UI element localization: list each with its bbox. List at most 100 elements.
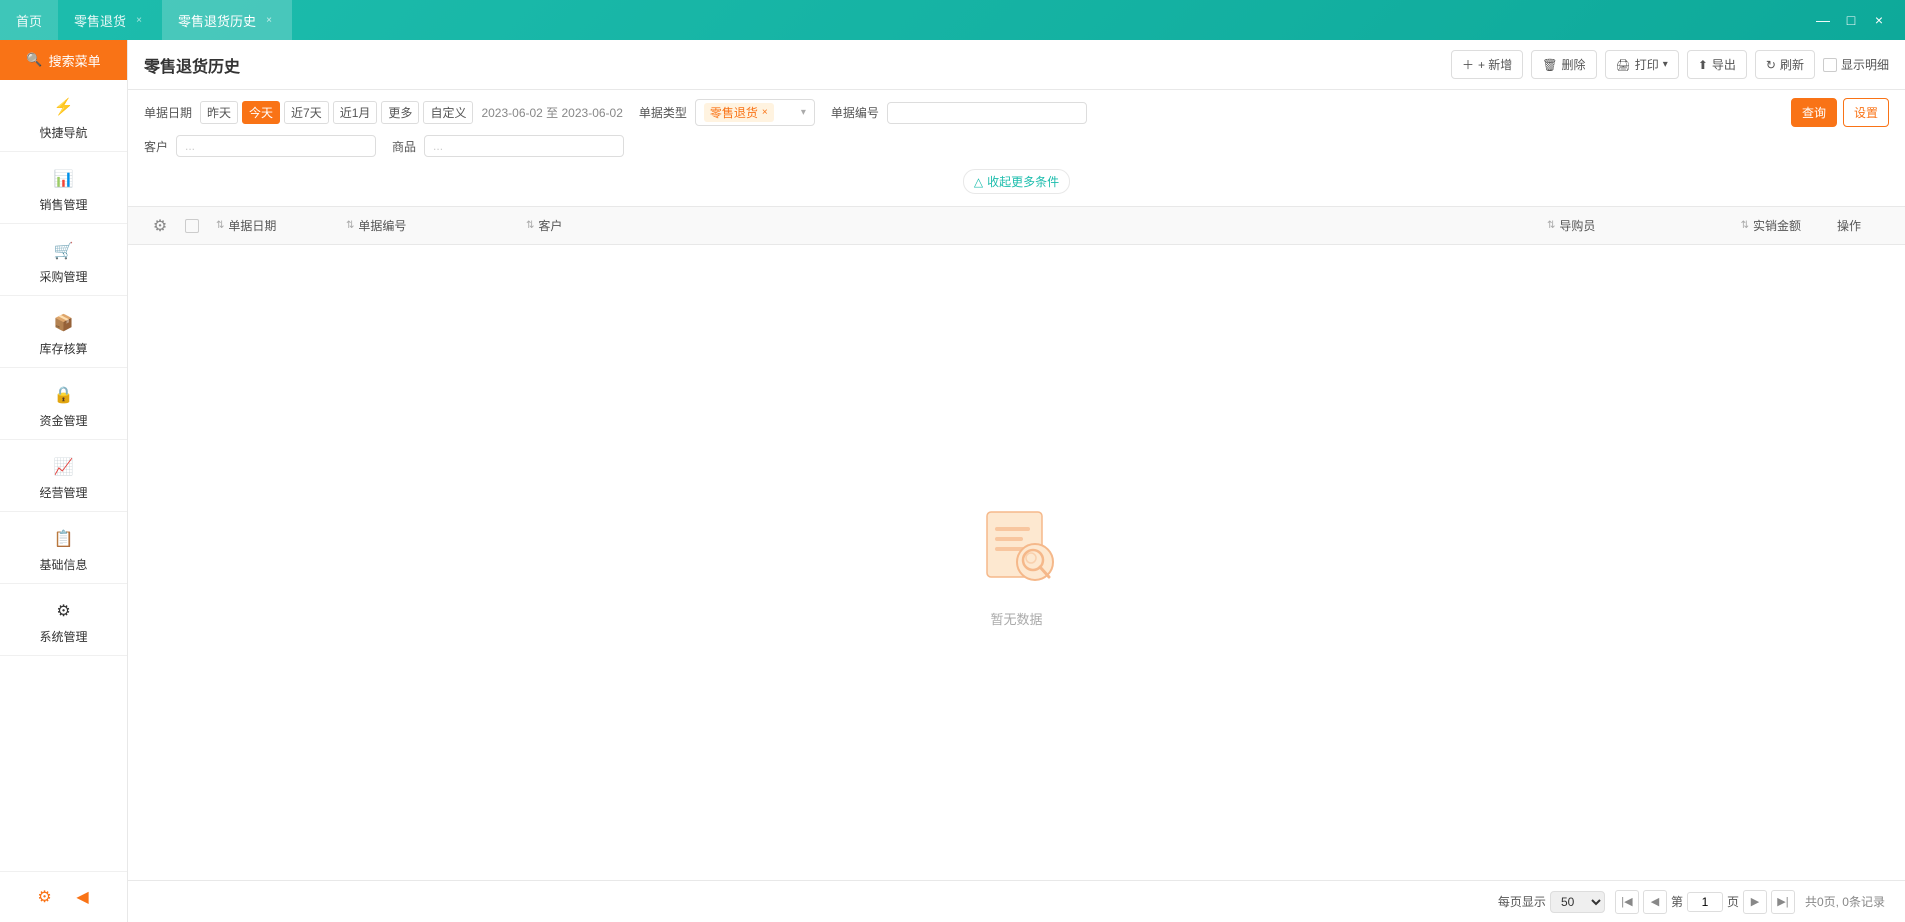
th-number[interactable]: ⇅ 单据编号: [338, 217, 518, 234]
date-btn-7days[interactable]: 近7天: [284, 101, 329, 124]
quick-nav-icon: ⚡: [51, 94, 77, 120]
sidebar-item-operation-mgmt-label: 经营管理: [39, 484, 87, 501]
type-filter-label: 单据类型: [639, 104, 687, 121]
sidebar-item-system-mgmt-label: 系统管理: [39, 628, 87, 645]
window-maximize-btn[interactable]: □: [1837, 6, 1865, 34]
content-area: 零售退货历史 ＋ + 新增 🗑 删除 🖨 打印 ▾: [128, 40, 1905, 922]
date-btn-1month[interactable]: 近1月: [333, 101, 378, 124]
page-next-btn[interactable]: ▶: [1743, 890, 1767, 914]
sidebar-settings-btn[interactable]: ⚙: [30, 882, 60, 912]
th-amount-sort-icon: ⇅: [1741, 220, 1749, 231]
top-bar: 首页 零售退货 × 零售退货历史 × — □ ×: [0, 0, 1905, 40]
sidebar-item-inventory-mgmt-label: 库存核算: [39, 340, 87, 357]
customer-filter-label: 客户: [144, 138, 168, 155]
sidebar-collapse-btn[interactable]: ◀: [68, 882, 98, 912]
th-action-label: 操作: [1837, 217, 1861, 234]
tab-retail-return-close[interactable]: ×: [132, 13, 146, 27]
window-minimize-btn[interactable]: —: [1809, 6, 1837, 34]
tab-retail-return-label: 零售退货: [74, 11, 126, 30]
sidebar-item-finance-mgmt-label: 资金管理: [39, 412, 87, 429]
page-size-select: 每页显示 50 20 100 200: [1498, 891, 1605, 913]
table-select-all[interactable]: [176, 219, 208, 233]
th-guide[interactable]: ⇅ 导购员: [1539, 217, 1689, 234]
date-filter-label: 单据日期: [144, 104, 192, 121]
delete-button[interactable]: 🗑 删除: [1531, 50, 1596, 79]
system-mgmt-icon: ⚙: [51, 598, 77, 624]
sidebar-item-system-mgmt[interactable]: ⚙ 系统管理: [0, 584, 127, 656]
sidebar: 🔍 搜索菜单 ⚡ 快捷导航 📊 销售管理 🛒 采购管理 📦 库存核算 🔒 资金管…: [0, 40, 128, 922]
number-filter-input[interactable]: [887, 102, 1087, 124]
date-btn-more[interactable]: 更多: [381, 101, 419, 124]
th-customer[interactable]: ⇅ 客户: [518, 217, 1539, 234]
page-suffix: 页: [1727, 893, 1739, 910]
filter-date: 单据日期 昨天 今天 近7天 近1月 更多 自定义 2023-06-02 至 2…: [144, 101, 623, 124]
th-date[interactable]: ⇅ 单据日期: [208, 217, 338, 234]
tab-home-label: 首页: [16, 11, 42, 30]
th-customer-label: 客户: [538, 217, 562, 234]
sidebar-item-sales-mgmt[interactable]: 📊 销售管理: [0, 152, 127, 224]
page-total: 共0页, 0条记录: [1805, 893, 1885, 910]
th-amount[interactable]: ⇅ 实销金额: [1689, 217, 1809, 234]
refresh-button[interactable]: ↻ 刷新: [1755, 50, 1815, 79]
page-first-btn[interactable]: |◀: [1615, 890, 1639, 914]
date-btn-yesterday[interactable]: 昨天: [200, 101, 238, 124]
filter-area: 单据日期 昨天 今天 近7天 近1月 更多 自定义 2023-06-02 至 2…: [128, 90, 1905, 207]
th-guide-label: 导购员: [1559, 217, 1595, 234]
sidebar-item-finance-mgmt[interactable]: 🔒 资金管理: [0, 368, 127, 440]
sidebar-item-basic-info[interactable]: 📋 基础信息: [0, 512, 127, 584]
tab-retail-return[interactable]: 零售退货 ×: [58, 0, 162, 40]
action-buttons: 查询 设置: [1791, 98, 1889, 127]
th-action: 操作: [1809, 217, 1889, 234]
sales-mgmt-icon: 📊: [51, 166, 77, 192]
type-select-arrow: ▾: [801, 107, 806, 118]
filter-goods: 商品 ...: [392, 135, 624, 157]
page-prev-btn[interactable]: ◀: [1643, 890, 1667, 914]
sidebar-search-label: 搜索菜单: [49, 51, 101, 70]
query-button[interactable]: 查询: [1791, 98, 1837, 127]
show-detail-checkbox[interactable]: [1823, 58, 1837, 72]
date-range-btns: 昨天 今天 近7天 近1月 更多 自定义: [200, 101, 473, 124]
print-button[interactable]: 🖨 打印 ▾: [1605, 50, 1679, 79]
sidebar-item-inventory-mgmt[interactable]: 📦 库存核算: [0, 296, 127, 368]
goods-filter-select[interactable]: ...: [424, 135, 624, 157]
customer-filter-select[interactable]: ...: [176, 135, 376, 157]
page-size-dropdown[interactable]: 50 20 100 200: [1550, 891, 1605, 913]
collapse-filter-btn[interactable]: △ 收起更多条件: [963, 169, 1070, 194]
type-tag-close[interactable]: ×: [762, 107, 768, 118]
new-button[interactable]: ＋ + 新增: [1451, 50, 1523, 79]
table-settings-icon[interactable]: ⚙: [144, 216, 176, 236]
filter-number: 单据编号: [831, 102, 1087, 124]
type-filter-select[interactable]: 零售退货 × ▾: [695, 99, 815, 126]
page-number-input[interactable]: [1687, 892, 1723, 912]
goods-placeholder: ...: [433, 139, 443, 153]
page-title: 零售退货历史: [144, 53, 240, 77]
settings-button[interactable]: 设置: [1843, 98, 1889, 127]
tab-retail-return-history-close[interactable]: ×: [262, 13, 276, 27]
sidebar-search[interactable]: 🔍 搜索菜单: [0, 40, 127, 80]
page-title-row: 零售退货历史 ＋ + 新增 🗑 删除 🖨 打印 ▾: [144, 50, 1889, 79]
table-header: ⚙ ⇅ 单据日期 ⇅ 单据编号 ⇅ 客户 ⇅ 导购员: [128, 207, 1905, 245]
tab-retail-return-history-label: 零售退货历史: [178, 11, 256, 30]
export-icon: ⬆: [1698, 58, 1708, 72]
page-last-btn[interactable]: ▶|: [1771, 890, 1795, 914]
sidebar-item-purchase-mgmt[interactable]: 🛒 采购管理: [0, 224, 127, 296]
tab-home[interactable]: 首页: [0, 0, 58, 40]
sidebar-item-operation-mgmt[interactable]: 📈 经营管理: [0, 440, 127, 512]
show-detail-toggle[interactable]: 显示明细: [1823, 56, 1889, 73]
sidebar-item-quick-nav[interactable]: ⚡ 快捷导航: [0, 80, 127, 152]
sidebar-item-basic-info-label: 基础信息: [39, 556, 87, 573]
purchase-mgmt-icon: 🛒: [51, 238, 77, 264]
print-dropdown-icon: ▾: [1663, 59, 1668, 70]
search-icon: 🔍: [26, 52, 42, 68]
type-tag: 零售退货 ×: [704, 103, 774, 122]
date-btn-today[interactable]: 今天: [242, 101, 280, 124]
export-button[interactable]: ⬆ 导出: [1687, 50, 1747, 79]
filter-customer: 客户 ...: [144, 135, 376, 157]
window-close-btn[interactable]: ×: [1865, 6, 1893, 34]
type-tag-label: 零售退货: [710, 104, 758, 121]
filter-row-2: 客户 ... 商品 ...: [144, 135, 1889, 157]
delete-icon: 🗑: [1542, 58, 1557, 72]
tab-retail-return-history[interactable]: 零售退货历史 ×: [162, 0, 292, 40]
date-btn-custom[interactable]: 自定义: [423, 101, 473, 124]
empty-text: 暂无数据: [990, 609, 1042, 628]
